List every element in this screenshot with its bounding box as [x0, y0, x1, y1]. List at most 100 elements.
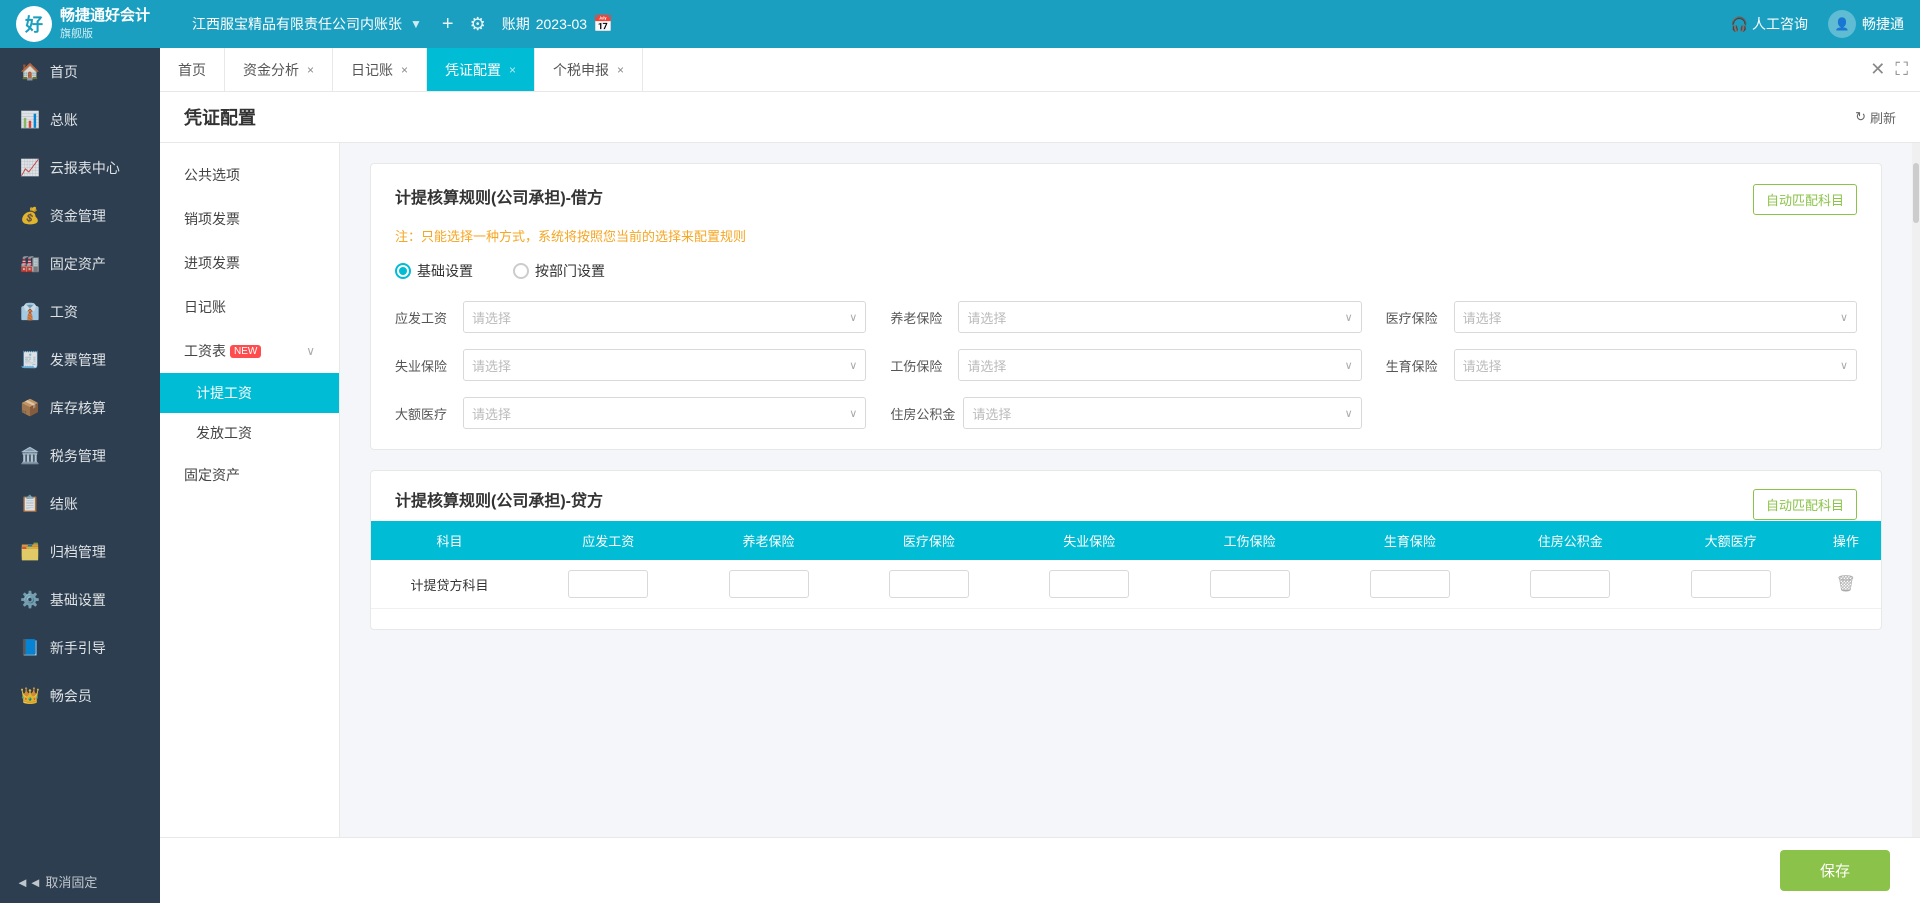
company-name[interactable]: 江西服宝精品有限责任公司内账张 ▼ [192, 14, 422, 34]
input-pension[interactable] [729, 570, 809, 598]
nav-fixed-assets[interactable]: 固定资产 [160, 453, 339, 497]
page-title: 凭证配置 [184, 104, 256, 130]
input-large-medical[interactable] [1691, 570, 1771, 598]
sidebar-item-archive[interactable]: 🗂️ 归档管理 [0, 528, 160, 576]
save-button[interactable]: 保存 [1780, 850, 1890, 891]
radio-basic-settings[interactable]: 基础设置 [395, 261, 473, 281]
sidebar-item-salary[interactable]: 👔 工资 [0, 288, 160, 336]
nav-pay-salary[interactable]: 发放工资 [160, 413, 339, 453]
dropdown-arrow-icon: ∨ [849, 359, 857, 372]
tab-journal[interactable]: 日记账 × [333, 48, 427, 91]
credit-auto-match-button[interactable]: 自动匹配科目 [1753, 489, 1857, 520]
maximize-icon[interactable]: ⛶ [1895, 59, 1908, 80]
cell-unemployment [1009, 560, 1169, 609]
sidebar-item-assets[interactable]: 🏭 固定资产 [0, 240, 160, 288]
select-gross-salary[interactable]: 请选择 ∨ [463, 301, 866, 333]
add-button[interactable]: + [442, 13, 454, 36]
select-housing-fund[interactable]: 请选择 ∨ [963, 397, 1361, 429]
field-gross-salary: 应发工资 请选择 ∨ [395, 301, 866, 333]
tab-tax-filing[interactable]: 个税申报 × [535, 48, 643, 91]
tab-close-icon[interactable]: × [617, 63, 624, 77]
input-injury[interactable] [1210, 570, 1290, 598]
col-large-medical: 大额医疗 [1650, 521, 1810, 560]
close-window-icon[interactable]: ✕ [1870, 59, 1885, 80]
home-icon: 🏠 [20, 62, 40, 82]
sidebar: 🏠 首页 📊 总账 📈 云报表中心 💰 资金管理 🏭 固定资产 👔 工资 🧾 发… [0, 48, 160, 903]
sidebar-item-home[interactable]: 🏠 首页 [0, 48, 160, 96]
col-gross: 应发工资 [528, 521, 688, 560]
sidebar-item-settings[interactable]: ⚙️ 基础设置 [0, 576, 160, 624]
sidebar-item-vip[interactable]: 👑 畅会员 [0, 672, 160, 720]
select-unemployment[interactable]: 请选择 ∨ [463, 349, 866, 381]
radio-dept-settings[interactable]: 按部门设置 [513, 261, 605, 281]
invoice-icon: 🧾 [20, 350, 40, 370]
salary-icon: 👔 [20, 302, 40, 322]
cell-injury [1169, 560, 1329, 609]
delete-icon[interactable]: 🗑 [1836, 576, 1856, 593]
col-medical: 医疗保险 [849, 521, 1009, 560]
field-large-medical: 大额医疗 请选择 ∨ [395, 397, 866, 429]
nav-public-options[interactable]: 公共选项 [160, 153, 339, 197]
credit-section-title: 计提核算规则(公司承担)-贷方 [395, 487, 603, 511]
left-nav: 公共选项 销项发票 进项发票 日记账 工资表 NEW ∨ 计提工资 发放工资 固… [160, 143, 340, 903]
dropdown-arrow-icon: ∨ [1840, 359, 1848, 372]
scroll-thumb [1913, 163, 1919, 223]
vip-icon: 👑 [20, 686, 40, 706]
nav-journal[interactable]: 日记账 [160, 285, 339, 329]
sidebar-item-funds[interactable]: 💰 资金管理 [0, 192, 160, 240]
tab-voucher-config[interactable]: 凭证配置 × [427, 48, 535, 91]
user-area[interactable]: 👤 畅捷通 [1828, 10, 1904, 38]
settings-icon[interactable]: ⚙ [470, 14, 486, 35]
nav-payroll-group[interactable]: 工资表 NEW ∨ [160, 329, 339, 373]
tab-home[interactable]: 首页 [160, 48, 225, 91]
table-wrapper: 科目 应发工资 养老保险 医疗保险 失业保险 工伤保险 生育保险 住房公积金 [371, 521, 1881, 609]
save-bar: 保存 [160, 837, 1920, 903]
input-housing[interactable] [1530, 570, 1610, 598]
logo-area: 好 畅捷通好会计 旗舰版 [16, 6, 176, 42]
select-medical[interactable]: 请选择 ∨ [1454, 301, 1857, 333]
company-dropdown-icon[interactable]: ▼ [410, 17, 422, 31]
top-header: 好 畅捷通好会计 旗舰版 江西服宝精品有限责任公司内账张 ▼ + ⚙ 账期 20… [0, 0, 1920, 48]
cell-pension [688, 560, 848, 609]
sidebar-item-close[interactable]: 📋 结账 [0, 480, 160, 528]
tab-close-icon[interactable]: × [401, 63, 408, 77]
tax-icon: 🏛️ [20, 446, 40, 466]
nav-accrual-salary[interactable]: 计提工资 [160, 373, 339, 413]
tab-close-icon[interactable]: × [509, 63, 516, 77]
input-medical[interactable] [889, 570, 969, 598]
sidebar-item-ledger[interactable]: 📊 总账 [0, 96, 160, 144]
debit-auto-match-button[interactable]: 自动匹配科目 [1753, 184, 1857, 215]
input-maternity[interactable] [1370, 570, 1450, 598]
input-gross[interactable] [568, 570, 648, 598]
sidebar-item-invoice[interactable]: 🧾 发票管理 [0, 336, 160, 384]
nav-sales-invoice[interactable]: 销项发票 [160, 197, 339, 241]
select-maternity[interactable]: 请选择 ∨ [1454, 349, 1857, 381]
tab-close-icon[interactable]: × [307, 63, 314, 77]
sidebar-item-inventory[interactable]: 📦 库存核算 [0, 384, 160, 432]
select-pension[interactable]: 请选择 ∨ [958, 301, 1361, 333]
credit-section-header: 计提核算规则(公司承担)-贷方 自动匹配科目 [371, 471, 1881, 521]
service-button[interactable]: 🎧 人工咨询 [1731, 14, 1808, 34]
right-scrollbar[interactable] [1912, 143, 1920, 903]
main-layout: 🏠 首页 📊 总账 📈 云报表中心 💰 资金管理 🏭 固定资产 👔 工资 🧾 发… [0, 48, 1920, 903]
dropdown-arrow-icon: ∨ [849, 407, 857, 420]
assets-icon: 🏭 [20, 254, 40, 274]
select-injury[interactable]: 请选择 ∨ [958, 349, 1361, 381]
tab-fund-analysis[interactable]: 资金分析 × [225, 48, 333, 91]
input-unemployment[interactable] [1049, 570, 1129, 598]
col-pension: 养老保险 [688, 521, 848, 560]
logo-sub: 旗舰版 [60, 25, 150, 41]
refresh-button[interactable]: ↻ 刷新 [1855, 108, 1896, 127]
nav-purchase-invoice[interactable]: 进项发票 [160, 241, 339, 285]
debit-form-grid: 应发工资 请选择 ∨ 养老保险 请选择 ∨ [395, 301, 1857, 429]
unpin-button[interactable]: ◄◄ 取消固定 [0, 860, 160, 903]
sidebar-item-tax[interactable]: 🏛️ 税务管理 [0, 432, 160, 480]
select-large-medical[interactable]: 请选择 ∨ [463, 397, 866, 429]
calendar-icon[interactable]: 📅 [593, 14, 613, 34]
col-maternity: 生育保险 [1330, 521, 1490, 560]
sidebar-item-guide[interactable]: 📘 新手引导 [0, 624, 160, 672]
sidebar-item-reports[interactable]: 📈 云报表中心 [0, 144, 160, 192]
ledger-icon: 📊 [20, 110, 40, 130]
logo-icon: 好 [16, 6, 52, 42]
close-period-icon: 📋 [20, 494, 40, 514]
